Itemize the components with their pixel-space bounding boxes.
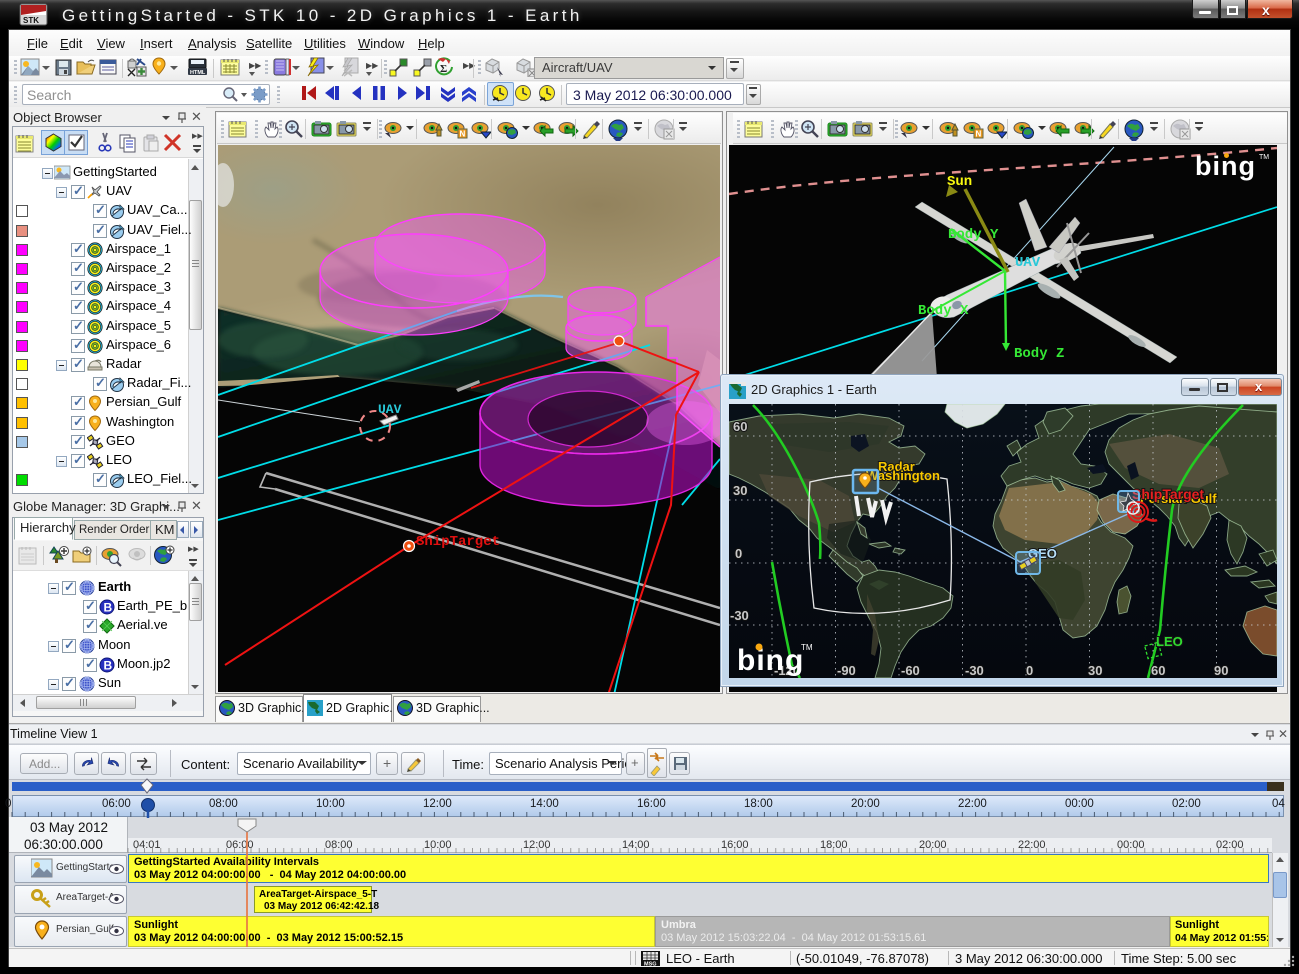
svg-text:MSG: MSG xyxy=(644,962,657,967)
svg-text:Sun: Sun xyxy=(947,174,972,190)
svg-text:-90: -90 xyxy=(837,663,856,678)
svg-text:B: B xyxy=(104,601,113,615)
svg-text:Body Y: Body Y xyxy=(948,227,999,243)
svg-text:N: N xyxy=(976,130,982,139)
svg-text:Σ: Σ xyxy=(440,63,447,75)
svg-text:ShipTarget: ShipTarget xyxy=(416,534,500,550)
svg-text:LEO: LEO xyxy=(1156,634,1183,649)
svg-text:-60: -60 xyxy=(901,663,920,678)
svg-text:90: 90 xyxy=(1214,663,1228,678)
svg-text:Body Z: Body Z xyxy=(1014,346,1064,362)
svg-text:TM: TM xyxy=(801,643,813,652)
svg-text:bing: bing xyxy=(737,644,804,677)
svg-text:60: 60 xyxy=(1151,663,1165,678)
svg-text:Body X: Body X xyxy=(918,303,969,319)
svg-text:ShipTarget: ShipTarget xyxy=(1132,486,1204,502)
svg-text:-30: -30 xyxy=(730,608,749,623)
svg-text:UAV: UAV xyxy=(378,402,402,417)
svg-text:STK: STK xyxy=(23,16,39,25)
svg-text:N: N xyxy=(460,130,466,139)
svg-text:0: 0 xyxy=(1026,663,1033,678)
svg-text:30: 30 xyxy=(733,483,747,498)
svg-text:60: 60 xyxy=(733,419,747,434)
svg-text:B: B xyxy=(104,659,113,673)
svg-text:UAV: UAV xyxy=(1015,255,1041,271)
svg-text:0: 0 xyxy=(735,546,742,561)
svg-text:30: 30 xyxy=(1088,663,1102,678)
svg-text:-30: -30 xyxy=(965,663,984,678)
svg-text:HTML: HTML xyxy=(190,70,206,76)
svg-text:TM: TM xyxy=(1259,154,1269,161)
